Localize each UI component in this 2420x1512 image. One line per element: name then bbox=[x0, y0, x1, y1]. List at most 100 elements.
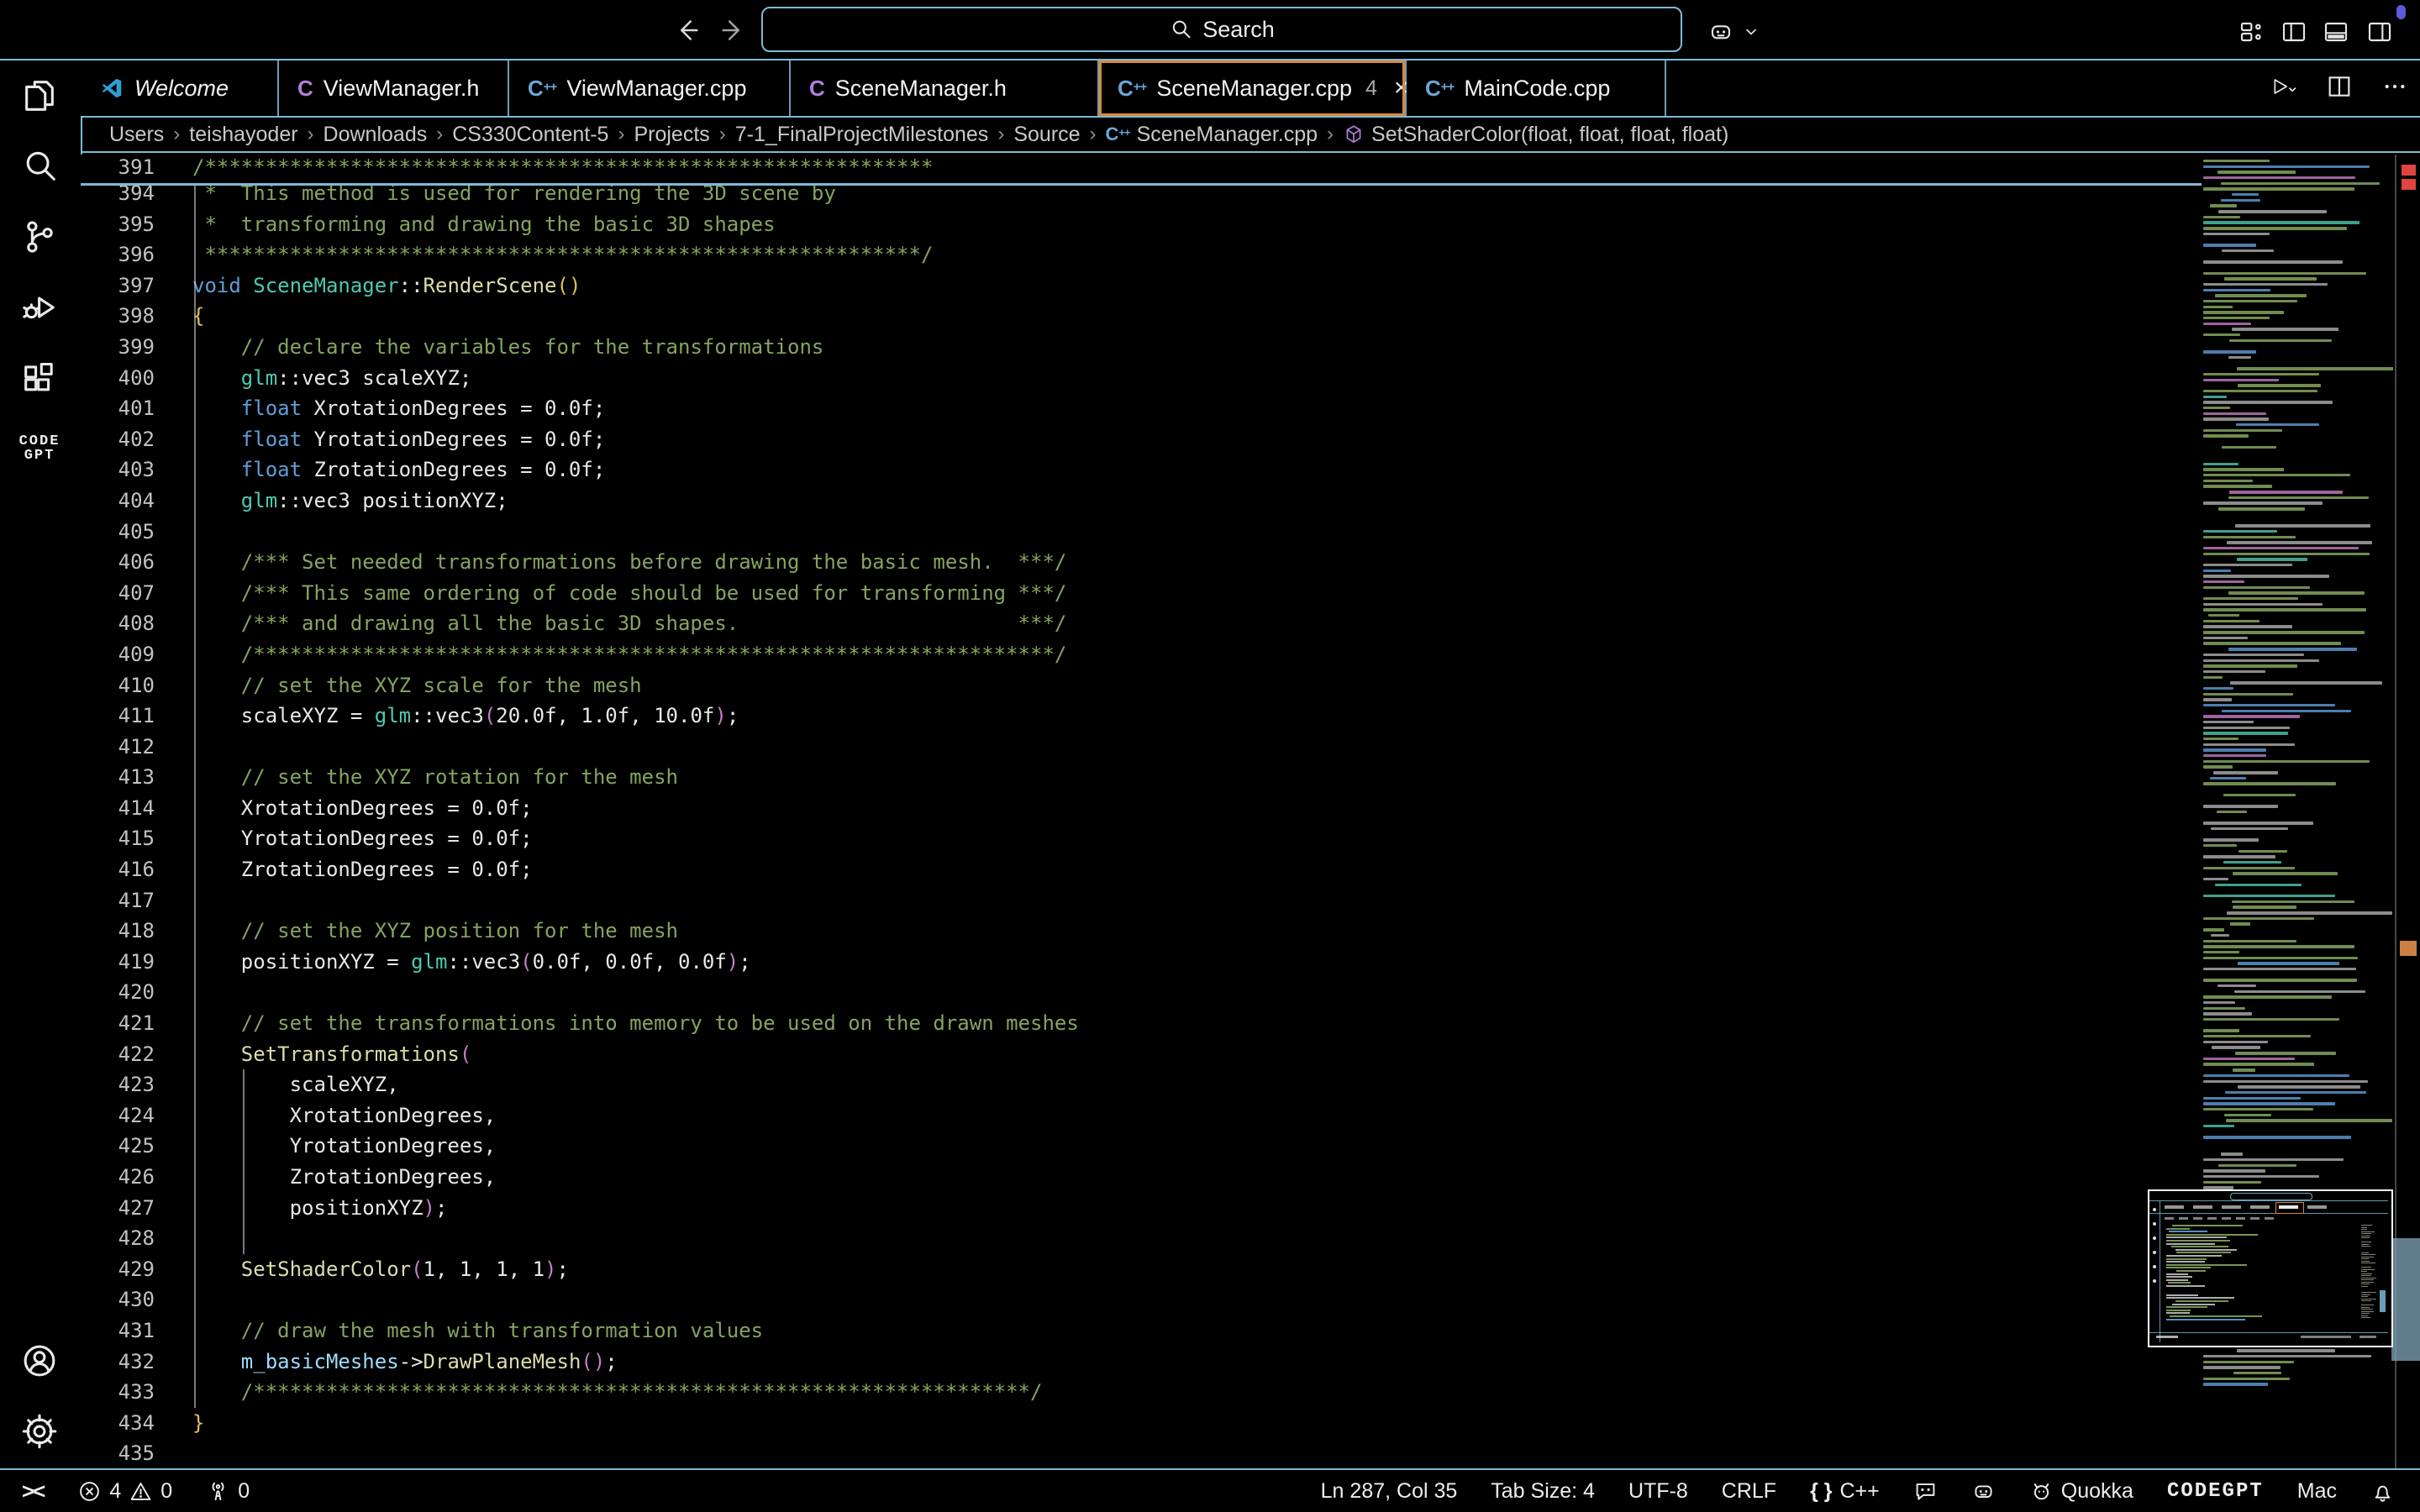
toggle-panel-icon[interactable] bbox=[2323, 18, 2349, 45]
split-editor-icon[interactable] bbox=[2326, 73, 2353, 104]
code-line-416[interactable]: 416 ZrotationDegrees = 0.0f; bbox=[81, 854, 2202, 885]
copilot-icon[interactable] bbox=[1707, 18, 1734, 45]
codegpt-status[interactable]: CODEGPT bbox=[2167, 1480, 2264, 1503]
breadcrumb-item[interactable]: teishayoder bbox=[189, 123, 297, 147]
code-line-422[interactable]: 422 SetTransformations( bbox=[81, 1039, 2202, 1070]
code-editor[interactable]: 394 * This method is used for rendering … bbox=[81, 155, 2202, 1468]
nav-back-icon[interactable] bbox=[672, 15, 702, 45]
source-control-icon[interactable] bbox=[0, 202, 79, 272]
code-line-406[interactable]: 406 /*** Set needed transformations befo… bbox=[81, 547, 2202, 578]
search-icon[interactable] bbox=[0, 131, 79, 202]
code-line-424[interactable]: 424 XrotationDegrees, bbox=[81, 1100, 2202, 1131]
line-content: // draw the mesh with transformation val… bbox=[192, 1315, 763, 1347]
tab-viewmanager-cpp[interactable]: C++ViewManager.cpp bbox=[509, 60, 789, 116]
breadcrumb-item[interactable]: Users bbox=[109, 123, 164, 147]
codegpt-icon[interactable]: CODEGPT bbox=[0, 413, 79, 484]
breadcrumb-item[interactable]: Source bbox=[1013, 123, 1080, 147]
code-line-402[interactable]: 402 float YrotationDegrees = 0.0f; bbox=[81, 424, 2202, 455]
gear-icon[interactable] bbox=[0, 1396, 79, 1467]
code-line-412[interactable]: 412 bbox=[81, 732, 2202, 763]
line-number: 430 bbox=[81, 1284, 155, 1315]
code-line-391[interactable]: 391/************************************… bbox=[81, 155, 2202, 181]
scrollbar-slider[interactable] bbox=[2391, 1238, 2420, 1361]
account-icon[interactable] bbox=[0, 1326, 79, 1396]
chevron-down-icon[interactable] bbox=[1743, 24, 1760, 40]
run-code-icon[interactable] bbox=[2270, 73, 2297, 104]
code-line-407[interactable]: 407 /*** This same ordering of code shou… bbox=[81, 578, 2202, 609]
code-line-413[interactable]: 413 // set the XYZ rotation for the mesh bbox=[81, 762, 2202, 793]
tab-scenemanager-h[interactable]: CSceneManager.h bbox=[791, 60, 1097, 116]
tab-maincode-cpp[interactable]: C++MainCode.cpp bbox=[1407, 60, 1665, 116]
code-line-414[interactable]: 414 XrotationDegrees = 0.0f; bbox=[81, 793, 2202, 824]
breadcrumb-item[interactable]: SetShaderColor(float, float, float, floa… bbox=[1343, 123, 1728, 147]
code-line-398[interactable]: 398{ bbox=[81, 301, 2202, 332]
language-mode[interactable]: { }C++ bbox=[1810, 1479, 1880, 1504]
more-actions-icon[interactable] bbox=[2381, 73, 2408, 104]
status-bar: >< 40 0 Ln 287, Col 35 Tab Size: 4 UTF-8 CRLF… bbox=[0, 1468, 2420, 1512]
code-line-395[interactable]: 395 * transforming and drawing the basic… bbox=[81, 209, 2202, 240]
breadcrumb-item[interactable]: CS330Content-5 bbox=[452, 123, 608, 147]
extensions-icon[interactable] bbox=[0, 343, 79, 413]
code-line-425[interactable]: 425 YrotationDegrees, bbox=[81, 1131, 2202, 1162]
remote-indicator[interactable]: >< bbox=[22, 1478, 44, 1504]
code-line-408[interactable]: 408 /*** and drawing all the basic 3D sh… bbox=[81, 608, 2202, 639]
code-line-417[interactable]: 417 bbox=[81, 885, 2202, 916]
code-line-405[interactable]: 405 bbox=[81, 517, 2202, 548]
toggle-secondary-sidebar-icon[interactable] bbox=[2366, 18, 2393, 45]
code-line-415[interactable]: 415 YrotationDegrees = 0.0f; bbox=[81, 823, 2202, 854]
search-input[interactable]: Search bbox=[761, 7, 1682, 52]
line-number: 411 bbox=[81, 701, 155, 732]
nav-forward-icon[interactable] bbox=[718, 15, 748, 45]
breadcrumb-item[interactable]: C++SceneManager.cpp bbox=[1106, 123, 1318, 147]
line-number: 419 bbox=[81, 947, 155, 978]
mac-indicator[interactable]: Mac bbox=[2297, 1479, 2337, 1504]
code-line-401[interactable]: 401 float XrotationDegrees = 0.0f; bbox=[81, 393, 2202, 424]
encoding[interactable]: UTF-8 bbox=[1628, 1479, 1688, 1504]
toggle-primary-sidebar-icon[interactable] bbox=[2281, 18, 2307, 45]
code-line-429[interactable]: 429 SetShaderColor(1, 1, 1, 1); bbox=[81, 1254, 2202, 1285]
code-line-435[interactable]: 435 bbox=[81, 1438, 2202, 1468]
tab-scenemanager-cpp[interactable]: C++SceneManager.cpp4× bbox=[1099, 60, 1405, 116]
code-line-403[interactable]: 403 float ZrotationDegrees = 0.0f; bbox=[81, 454, 2202, 486]
code-line-423[interactable]: 423 scaleXYZ, bbox=[81, 1069, 2202, 1100]
code-line-418[interactable]: 418 // set the XYZ position for the mesh bbox=[81, 916, 2202, 947]
customize-layout-icon[interactable] bbox=[2238, 18, 2265, 45]
code-line-396[interactable]: 396 ************************************… bbox=[81, 239, 2202, 270]
problems-indicator[interactable]: 40 bbox=[77, 1479, 172, 1504]
indentation[interactable]: Tab Size: 4 bbox=[1491, 1479, 1595, 1504]
files-icon[interactable] bbox=[0, 60, 79, 131]
code-line-400[interactable]: 400 glm::vec3 scaleXYZ; bbox=[81, 363, 2202, 394]
copilot-status[interactable] bbox=[1971, 1479, 1996, 1504]
code-line-410[interactable]: 410 // set the XYZ scale for the mesh bbox=[81, 670, 2202, 701]
quokka[interactable]: Quokka bbox=[2029, 1479, 2133, 1504]
code-line-421[interactable]: 421 // set the transformations into memo… bbox=[81, 1008, 2202, 1039]
sticky-scroll-line[interactable]: 391/************************************… bbox=[81, 155, 2202, 186]
code-line-427[interactable]: 427 positionXYZ); bbox=[81, 1193, 2202, 1224]
code-line-426[interactable]: 426 ZrotationDegrees, bbox=[81, 1162, 2202, 1193]
feedback[interactable] bbox=[1913, 1479, 1938, 1504]
eol-sequence[interactable]: CRLF bbox=[1722, 1479, 1776, 1504]
code-line-433[interactable]: 433 /***********************************… bbox=[81, 1377, 2202, 1408]
tab-viewmanager-h[interactable]: CViewManager.h bbox=[279, 60, 508, 116]
code-line-420[interactable]: 420 bbox=[81, 977, 2202, 1008]
breadcrumb-item[interactable]: Projects bbox=[634, 123, 709, 147]
breadcrumb-item[interactable]: Downloads bbox=[324, 123, 428, 147]
code-line-428[interactable]: 428 bbox=[81, 1223, 2202, 1254]
code-line-404[interactable]: 404 glm::vec3 positionXYZ; bbox=[81, 486, 2202, 517]
code-line-419[interactable]: 419 positionXYZ = glm::vec3(0.0f, 0.0f, … bbox=[81, 947, 2202, 978]
code-line-430[interactable]: 430 bbox=[81, 1284, 2202, 1315]
notifications[interactable] bbox=[2370, 1479, 2395, 1504]
code-line-409[interactable]: 409 /***********************************… bbox=[81, 639, 2202, 670]
code-line-432[interactable]: 432 m_basicMeshes->DrawPlaneMesh(); bbox=[81, 1347, 2202, 1378]
screen-mirror-window[interactable] bbox=[2148, 1189, 2393, 1347]
debug-icon[interactable] bbox=[0, 272, 79, 343]
code-line-411[interactable]: 411 scaleXYZ = glm::vec3(20.0f, 1.0f, 10… bbox=[81, 701, 2202, 732]
code-line-434[interactable]: 434} bbox=[81, 1408, 2202, 1439]
ports-indicator[interactable]: 0 bbox=[206, 1479, 250, 1504]
code-line-431[interactable]: 431 // draw the mesh with transformation… bbox=[81, 1315, 2202, 1347]
breadcrumb-item[interactable]: 7-1_FinalProjectMilestones bbox=[735, 123, 989, 147]
cursor-position[interactable]: Ln 287, Col 35 bbox=[1321, 1479, 1458, 1504]
code-line-397[interactable]: 397void SceneManager::RenderScene() bbox=[81, 270, 2202, 302]
tab-welcome[interactable]: Welcome bbox=[81, 60, 277, 116]
code-line-399[interactable]: 399 // declare the variables for the tra… bbox=[81, 332, 2202, 363]
